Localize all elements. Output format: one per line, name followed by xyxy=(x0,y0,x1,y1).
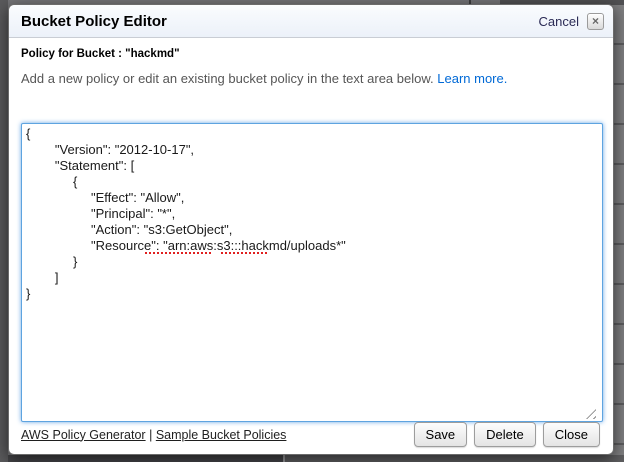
save-button[interactable]: Save xyxy=(414,422,468,447)
learn-more-link[interactable]: Learn more. xyxy=(437,71,507,86)
spellcheck-underline-hackmd xyxy=(221,252,267,254)
dialog-body: Policy for Bucket : "hackmd" Add a new p… xyxy=(9,38,613,422)
dialog-footer: AWS Policy Generator | Sample Bucket Pol… xyxy=(21,422,600,447)
close-icon[interactable]: × xyxy=(587,13,604,30)
dialog-description: Add a new policy or edit an existing buc… xyxy=(21,71,599,86)
bucket-policy-editor-dialog: Bucket Policy Editor Cancel × Policy for… xyxy=(8,4,614,455)
background-page-bottom-panel xyxy=(285,455,624,462)
sample-bucket-policies-link[interactable]: Sample Bucket Policies xyxy=(156,428,287,442)
delete-button[interactable]: Delete xyxy=(474,422,536,447)
dialog-header: Bucket Policy Editor Cancel × xyxy=(9,5,613,38)
dialog-title: Bucket Policy Editor xyxy=(21,13,539,30)
policy-editor-wrap: { "Version": "2012-10-17", "Statement": … xyxy=(21,123,599,422)
spellcheck-underline-arn xyxy=(145,252,211,254)
bucket-subtitle: Policy for Bucket : "hackmd" xyxy=(21,48,599,60)
policy-textarea[interactable]: { "Version": "2012-10-17", "Statement": … xyxy=(21,123,603,422)
link-separator: | xyxy=(149,428,152,442)
close-button[interactable]: Close xyxy=(543,422,600,447)
aws-policy-generator-link[interactable]: AWS Policy Generator xyxy=(21,428,146,442)
background-page-bottom-divider xyxy=(283,455,285,462)
footer-links: AWS Policy Generator | Sample Bucket Pol… xyxy=(21,428,407,442)
background-page-left xyxy=(0,0,8,462)
description-text: Add a new policy or edit an existing buc… xyxy=(21,71,434,86)
cancel-link[interactable]: Cancel xyxy=(539,14,579,29)
